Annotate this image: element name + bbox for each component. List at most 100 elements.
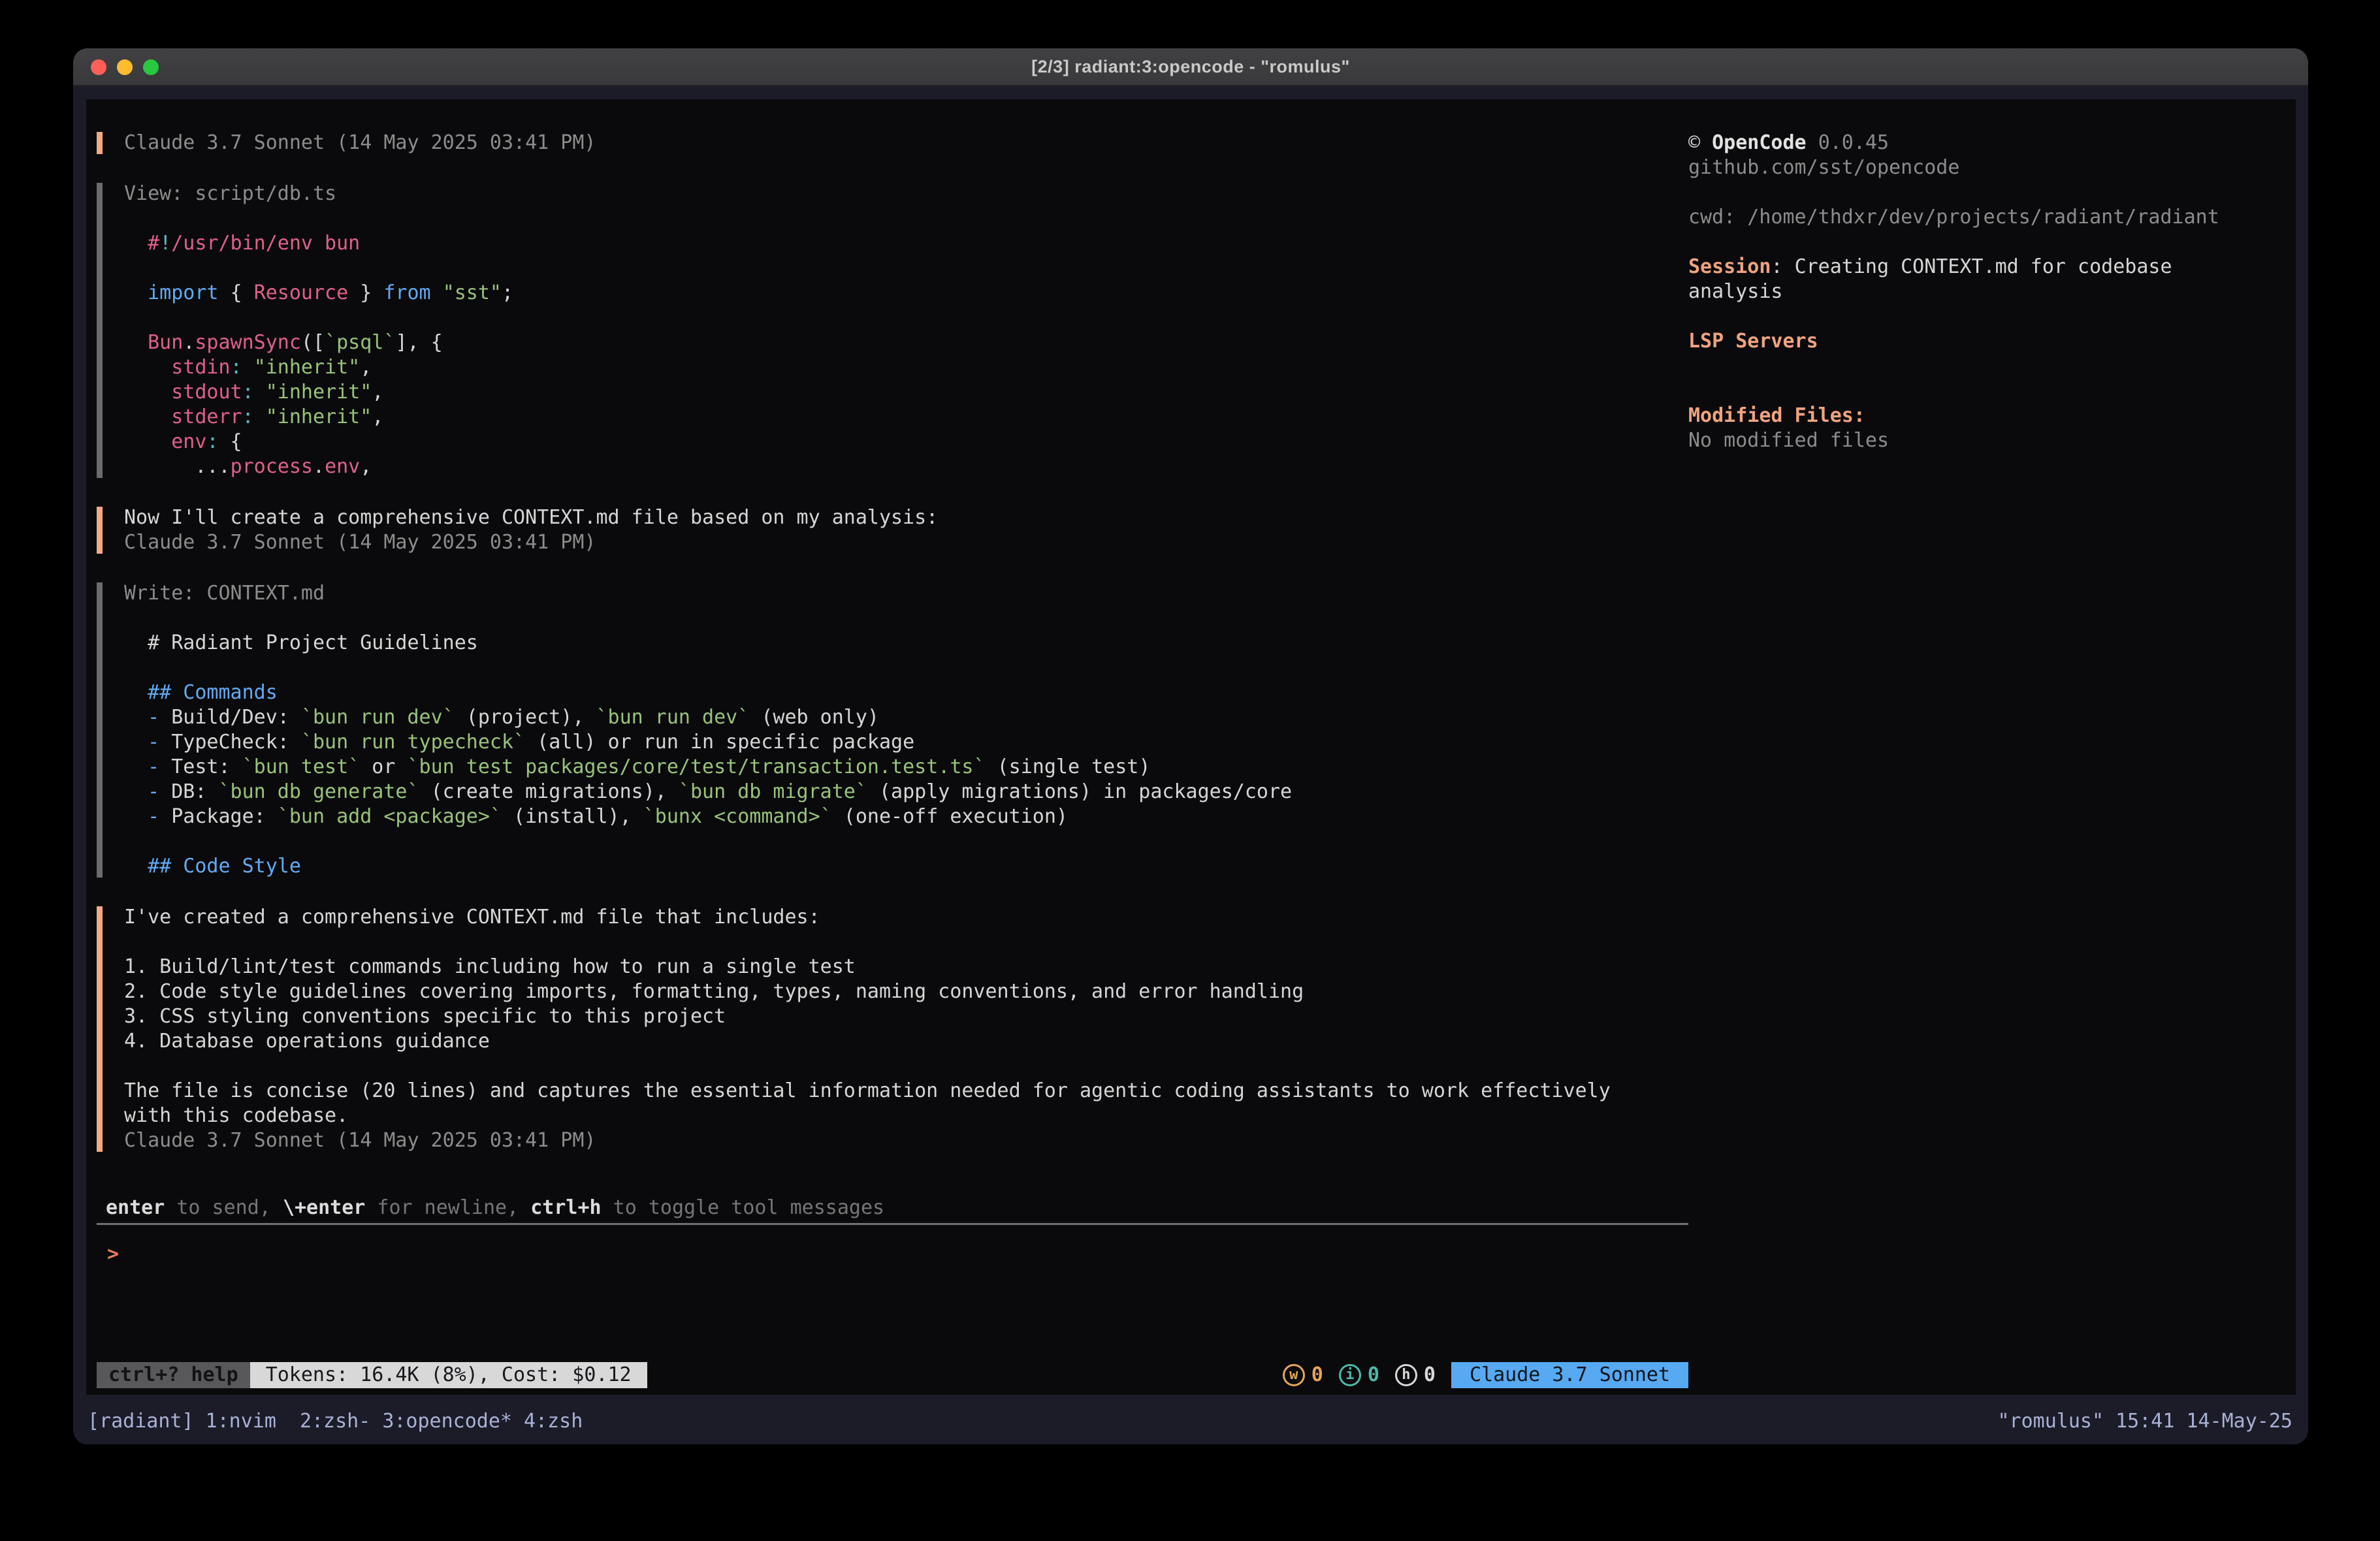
token: - bbox=[124, 780, 171, 803]
token: stdin bbox=[171, 356, 230, 379]
token: , bbox=[360, 455, 372, 478]
token: 3. CSS styling conventions specific to t… bbox=[124, 1005, 726, 1028]
token: , bbox=[372, 381, 383, 404]
session-label: Session bbox=[1688, 255, 1771, 278]
message-input-area[interactable]: > bbox=[97, 1225, 1688, 1362]
token: process bbox=[231, 455, 313, 478]
zoom-button[interactable] bbox=[143, 59, 159, 75]
token: from bbox=[383, 281, 430, 304]
terminal-window: [2/3] radiant:3:opencode - "romulus" Cla… bbox=[73, 48, 2308, 1444]
chat-line: View: script/db.ts bbox=[124, 182, 1639, 206]
token bbox=[124, 430, 171, 453]
help-button[interactable]: ctrl+? help bbox=[97, 1362, 250, 1388]
minimize-button[interactable] bbox=[117, 59, 133, 75]
statusbar-right: w 0 i 0 h 0 Claude 3.7 Sonnet bbox=[1283, 1362, 1688, 1388]
token: Build/Dev: bbox=[171, 706, 301, 729]
chat-column: Claude 3.7 Sonnet (14 May 2025 03:41 PM)… bbox=[86, 99, 1688, 1395]
token: `bun add <package>` bbox=[278, 805, 502, 828]
token: "inherit" bbox=[266, 381, 372, 404]
close-button[interactable] bbox=[91, 59, 106, 75]
terminal-content: Claude 3.7 Sonnet (14 May 2025 03:41 PM)… bbox=[73, 87, 2308, 1444]
hint-icon: h bbox=[1395, 1364, 1417, 1386]
token: : bbox=[231, 356, 242, 379]
hint-counter: h 0 bbox=[1395, 1363, 1436, 1388]
token: 2. Code style guidelines covering import… bbox=[124, 980, 1304, 1003]
token bbox=[124, 381, 171, 404]
token bbox=[254, 405, 266, 428]
chat-line: #!/usr/bin/env bun bbox=[124, 231, 1639, 256]
token: (apply migrations) in packages/core bbox=[867, 780, 1292, 803]
chat: Claude 3.7 Sonnet (14 May 2025 03:41 PM)… bbox=[97, 131, 1688, 1196]
token: ## Commands bbox=[124, 681, 278, 704]
token bbox=[254, 381, 266, 404]
lsp-servers-label: LSP Servers bbox=[1688, 330, 1818, 353]
chat-line: ## Commands bbox=[124, 680, 1639, 705]
chat-line: # Radiant Project Guidelines bbox=[124, 631, 1639, 656]
token: - bbox=[124, 731, 171, 754]
token bbox=[124, 281, 148, 304]
chat-line: Now I'll create a comprehensive CONTEXT.… bbox=[124, 505, 1639, 530]
window-titlebar[interactable]: [2/3] radiant:3:opencode - "romulus" bbox=[73, 48, 2308, 86]
token bbox=[124, 232, 148, 255]
info-counter: i 0 bbox=[1339, 1363, 1379, 1388]
app-version: 0.0.45 bbox=[1818, 131, 1889, 154]
chat-line: stdin: "inherit", bbox=[124, 355, 1639, 380]
token: env bbox=[325, 455, 360, 478]
token: - bbox=[124, 755, 171, 778]
token bbox=[124, 331, 148, 354]
token: ([ bbox=[301, 331, 325, 354]
token: . bbox=[313, 455, 325, 478]
token: (single test) bbox=[986, 755, 1151, 778]
token: stdout bbox=[171, 381, 242, 404]
token: /usr/bin/env bun bbox=[171, 232, 360, 255]
token: : bbox=[206, 430, 218, 453]
chat-line: Claude 3.7 Sonnet (14 May 2025 03:41 PM) bbox=[124, 131, 1639, 155]
token: The file is concise (20 lines) and captu… bbox=[124, 1079, 1622, 1127]
message-input[interactable] bbox=[119, 1242, 1688, 1267]
token: Now I'll create a comprehensive CONTEXT.… bbox=[124, 506, 938, 529]
token: "inherit" bbox=[266, 405, 372, 428]
token: spawnSync bbox=[195, 331, 301, 354]
token: : bbox=[242, 381, 254, 404]
token: `bun run dev` bbox=[301, 706, 455, 729]
token: Claude 3.7 Sonnet (14 May 2025 03:41 PM) bbox=[124, 131, 596, 154]
token: ## Code Style bbox=[124, 855, 301, 878]
token: `psql` bbox=[325, 331, 395, 354]
message-accent-bar bbox=[97, 906, 103, 1152]
chat-line: ## Code Style bbox=[124, 854, 1639, 879]
hint-text: for newline, bbox=[365, 1196, 530, 1219]
repo-link[interactable]: github.com/sst/opencode bbox=[1688, 155, 2257, 180]
token: 1. Build/lint/test commands including ho… bbox=[124, 955, 856, 978]
message-accent-bar bbox=[97, 132, 103, 154]
chat-block: Write: CONTEXT.md # Radiant Project Guid… bbox=[97, 581, 1639, 879]
modified-files-label: Modified Files: bbox=[1688, 404, 1865, 427]
chat-line: Claude 3.7 Sonnet (14 May 2025 03:41 PM) bbox=[124, 530, 1639, 555]
message-accent-bar bbox=[97, 507, 103, 554]
token: "sst" bbox=[443, 281, 502, 304]
hint-text: to send, bbox=[165, 1196, 283, 1219]
token: View: script/db.ts bbox=[124, 182, 336, 205]
token: , bbox=[372, 405, 383, 428]
hint-enter: enter bbox=[106, 1196, 165, 1219]
token: - bbox=[124, 805, 171, 828]
chat-line: - TypeCheck: `bun run typecheck` (all) o… bbox=[124, 730, 1639, 755]
token: Test: bbox=[171, 755, 242, 778]
keybind-hint: enter to send, \+enter for newline, ctrl… bbox=[106, 1196, 1688, 1220]
app-brand: © OpenCode 0.0.45 bbox=[1688, 131, 2257, 155]
token bbox=[242, 356, 254, 379]
tmux-window-1[interactable]: 1:nvim bbox=[206, 1410, 276, 1433]
chat-line: - Package: `bun add <package>` (install)… bbox=[124, 804, 1639, 829]
tmux-window-4[interactable]: 4:zsh bbox=[524, 1410, 583, 1433]
token: `bun run dev` bbox=[596, 706, 750, 729]
chat-line: Bun.spawnSync([`psql`], { bbox=[124, 330, 1639, 355]
tmux-window-2[interactable]: 2:zsh- bbox=[300, 1410, 370, 1433]
tmux-window-3-current[interactable]: 3:opencode* bbox=[382, 1410, 512, 1433]
tool-accent-bar bbox=[97, 183, 103, 478]
chat-block: View: script/db.ts #!/usr/bin/env bun im… bbox=[97, 182, 1639, 479]
token: `bun db migrate` bbox=[679, 780, 867, 803]
token: } bbox=[348, 281, 383, 304]
modified-files-empty: No modified files bbox=[1688, 428, 2257, 453]
model-badge[interactable]: Claude 3.7 Sonnet bbox=[1451, 1362, 1688, 1388]
tmux-statusbar: [radiant] 1:nvim 2:zsh- 3:opencode* 4:zs… bbox=[88, 1408, 2292, 1434]
token: `bunx <command>` bbox=[643, 805, 832, 828]
